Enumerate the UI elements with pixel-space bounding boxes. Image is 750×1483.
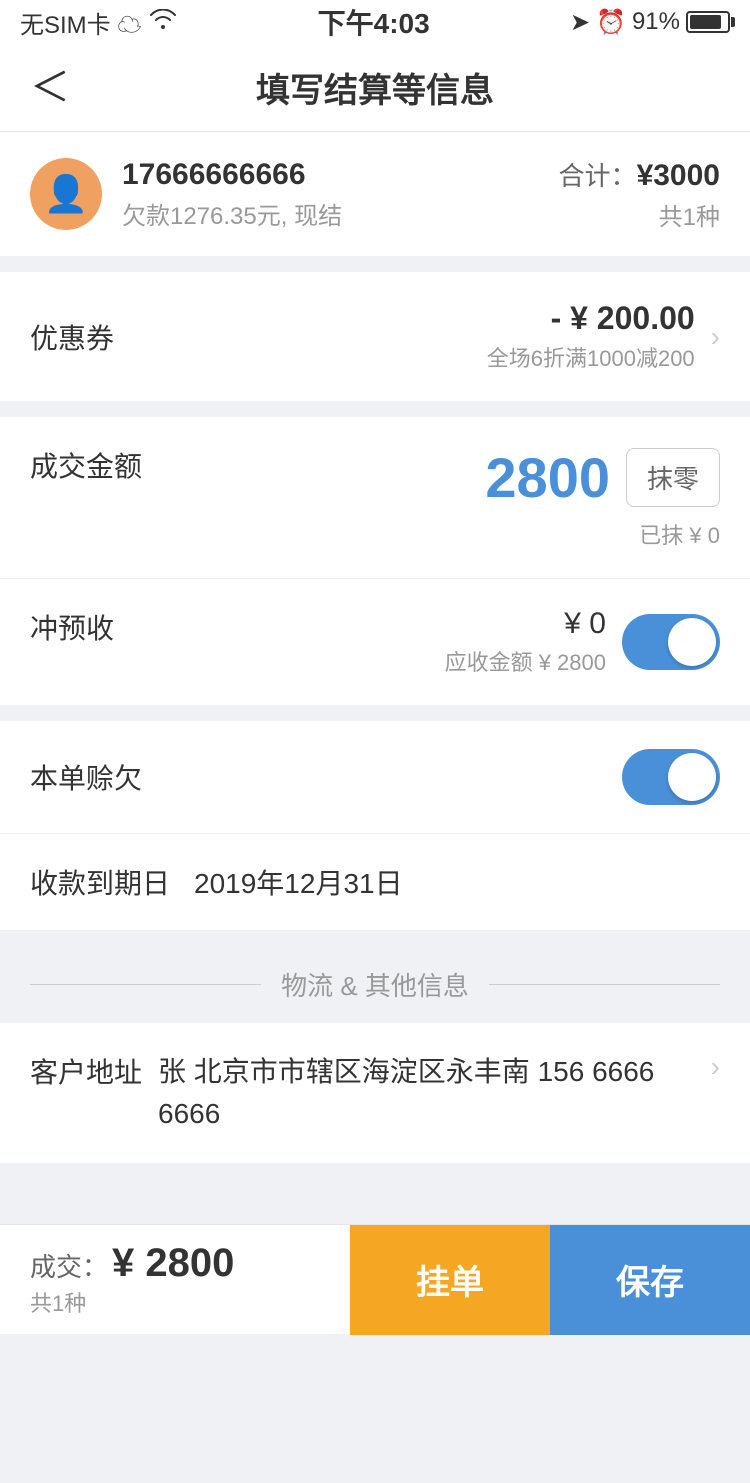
bottom-summary: 成交： ¥ 2800 共1种 — [0, 1241, 350, 1318]
status-left: 无SIM卡 ☁ — [20, 5, 177, 40]
round-button[interactable]: 抹零 — [626, 448, 720, 507]
header-line-right — [489, 984, 720, 985]
header-line-left — [30, 984, 261, 985]
address-row[interactable]: 客户地址 张 北京市市辖区海淀区永丰南 156 6666 6666 › — [0, 1023, 750, 1163]
status-bar: 无SIM卡 ☁ 下午4:03 ➤ ⏰ 91% — [0, 0, 750, 44]
due-label-group: 收款到期日 2019年12月31日 — [30, 862, 403, 902]
customer-phone: 17666666666 — [122, 158, 342, 192]
deal-amount-value: 2800 — [485, 445, 610, 510]
due-date-label: 收款到期日 — [30, 862, 170, 902]
debt-right — [622, 749, 720, 805]
bottom-bar: 成交： ¥ 2800 共1种 挂单 保存 — [0, 1224, 750, 1334]
total-count: 共1种 — [559, 197, 720, 232]
save-button[interactable]: 保存 — [550, 1225, 750, 1335]
prepay-toggle[interactable] — [622, 614, 720, 670]
total-label: 合计：¥3000 — [559, 156, 720, 193]
deal-row: 成交金额 2800 抹零 已抹 ¥ 0 — [0, 417, 750, 579]
customer-card: 👤 17666666666 欠款1276.35元, 现结 合计：¥3000 共1… — [0, 132, 750, 256]
debt-section: 本单赊欠 收款到期日 2019年12月31日 — [0, 721, 750, 930]
logistics-header: 物流 & 其他信息 — [0, 946, 750, 1023]
battery-percent: 91% — [632, 8, 680, 36]
prepay-row: 冲预收 ¥ 0 应收金额 ¥ 2800 — [0, 579, 750, 705]
avatar: 👤 — [30, 158, 102, 230]
deal-label: 成交金额 — [30, 445, 142, 485]
debt-label: 本单赊欠 — [30, 757, 142, 797]
sim-label: 无SIM卡 ☁ — [20, 5, 141, 40]
wifi-icon — [149, 8, 177, 36]
nav-bar: ＜ 填写结算等信息 — [0, 44, 750, 132]
prepay-label: 冲预收 — [30, 607, 130, 647]
back-button[interactable]: ＜ — [30, 68, 70, 108]
chevron-right-icon: › — [711, 321, 720, 353]
address-label: 客户地址 — [30, 1051, 142, 1091]
deal-amount-right: 2800 抹零 已抹 ¥ 0 — [485, 445, 720, 550]
debt-row: 本单赊欠 — [0, 721, 750, 834]
due-date-value: 2019年12月31日 — [194, 862, 403, 902]
coupon-section: 优惠券 - ¥ 200.00 全场6折满1000减200 › — [0, 272, 750, 401]
coupon-discount: - ¥ 200.00 — [487, 300, 695, 337]
customer-debt: 欠款1276.35元, 现结 — [122, 196, 342, 231]
due-date-row: 收款到期日 2019年12月31日 — [0, 834, 750, 930]
bottom-amount: ¥ 2800 — [112, 1241, 234, 1286]
prepay-right-group: ¥ 0 应收金额 ¥ 2800 — [445, 607, 720, 677]
hang-button[interactable]: 挂单 — [350, 1225, 550, 1335]
address-value: 张 北京市市辖区海淀区永丰南 156 6666 6666 — [142, 1051, 711, 1135]
debt-toggle[interactable] — [622, 749, 720, 805]
coupon-detail: - ¥ 200.00 全场6折满1000减200 — [487, 300, 695, 373]
prepay-detail: ¥ 0 应收金额 ¥ 2800 — [445, 607, 606, 677]
coupon-label: 优惠券 — [30, 317, 130, 357]
address-chevron-icon: › — [711, 1051, 720, 1083]
location-icon: ➤ — [570, 8, 590, 37]
battery-icon — [686, 11, 730, 33]
alarm-icon: ⏰ — [596, 8, 626, 37]
customer-info: 17666666666 欠款1276.35元, 现结 — [122, 158, 342, 231]
bottom-count: 共1种 — [30, 1286, 320, 1318]
page-title: 填写结算等信息 — [256, 63, 494, 112]
deal-section: 成交金额 2800 抹零 已抹 ¥ 0 冲预收 ¥ 0 应收金额 ¥ 2800 — [0, 417, 750, 705]
customer-left: 👤 17666666666 欠款1276.35元, 现结 — [30, 158, 342, 231]
status-time: 下午4:03 — [318, 2, 430, 42]
deal-amount-sub: 已抹 ¥ 0 — [639, 518, 720, 550]
coupon-row[interactable]: 优惠券 - ¥ 200.00 全场6折满1000减200 › — [0, 272, 750, 401]
coupon-desc: 全场6折满1000减200 — [487, 341, 695, 373]
bottom-deal-label: 成交： — [30, 1247, 108, 1284]
customer-right: 合计：¥3000 共1种 — [559, 156, 720, 232]
logistics-title: 物流 & 其他信息 — [281, 966, 469, 1003]
prepay-sub: 应收金额 ¥ 2800 — [445, 645, 606, 677]
prepay-amount: ¥ 0 — [445, 607, 606, 641]
coupon-right: - ¥ 200.00 全场6折满1000减200 › — [487, 300, 720, 373]
status-right: ➤ ⏰ 91% — [570, 8, 730, 37]
